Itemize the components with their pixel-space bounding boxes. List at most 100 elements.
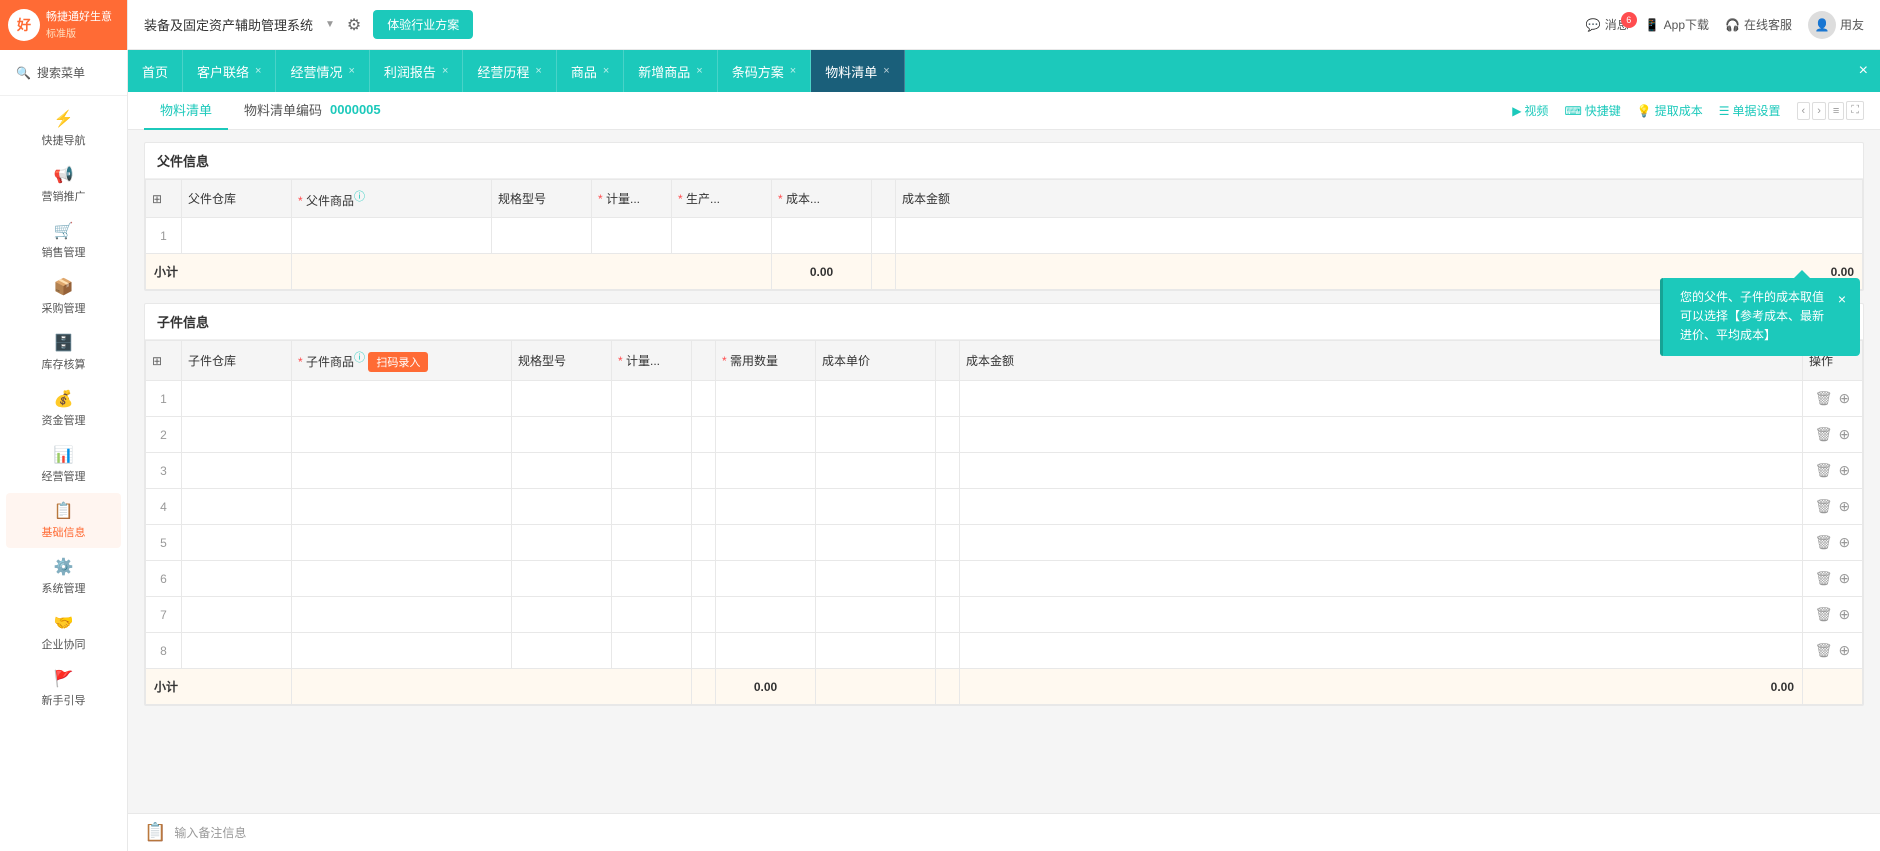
tab-bom[interactable]: 物料清单 × [811, 50, 904, 92]
child-row-8-copy-icon[interactable]: ⊕ [1839, 642, 1851, 659]
nav-next-button[interactable]: › [1812, 102, 1826, 120]
sidebar-item-quick-nav[interactable]: ⚡ 快捷导航 [6, 101, 121, 156]
child-row-7-delete-icon[interactable]: 🗑 [1815, 606, 1833, 623]
child-row-1-spec[interactable] [512, 381, 612, 417]
child-row-7-unit-cost[interactable] [816, 597, 936, 633]
sidebar-item-enterprise[interactable]: 🤝 企业协同 [6, 605, 121, 660]
parent-row-1-warehouse[interactable] [182, 218, 292, 254]
parent-row-1-unit[interactable] [592, 218, 672, 254]
tab-goods[interactable]: 商品 × [557, 50, 624, 92]
single-settings-button[interactable]: ☰ 单据设置 [1719, 102, 1781, 119]
tab-history[interactable]: 经营历程 × [463, 50, 556, 92]
child-row-4-unit[interactable] [612, 489, 692, 525]
tab-new-goods-close[interactable]: × [696, 65, 702, 77]
child-row-8-unit-cost[interactable] [816, 633, 936, 669]
child-row-1-qty[interactable] [716, 381, 816, 417]
child-row-4-warehouse[interactable] [182, 489, 292, 525]
child-row-6-copy-icon[interactable]: ⊕ [1839, 570, 1851, 587]
tab-goods-close[interactable]: × [603, 65, 609, 77]
extract-cost-button[interactable]: 💡 提取成本 [1637, 102, 1703, 119]
child-row-3-delete-icon[interactable]: 🗑 [1815, 462, 1833, 479]
system-dropdown-arrow[interactable]: ▼ [325, 19, 335, 30]
child-row-5-warehouse[interactable] [182, 525, 292, 561]
child-row-8-qty[interactable] [716, 633, 816, 669]
child-row-4-goods[interactable] [292, 489, 512, 525]
tab-customers-close[interactable]: × [255, 65, 261, 77]
parent-row-1-spec[interactable] [492, 218, 592, 254]
content-tab-code[interactable]: 物料清单编码 0000005 [228, 92, 397, 130]
parent-row-1-amount[interactable] [896, 218, 1863, 254]
child-row-2-amount[interactable] [960, 417, 1803, 453]
child-row-4-delete-icon[interactable]: 🗑 [1815, 498, 1833, 515]
child-row-5-unit[interactable] [612, 525, 692, 561]
child-row-3-unit[interactable] [612, 453, 692, 489]
child-row-6-warehouse[interactable] [182, 561, 292, 597]
child-row-6-goods[interactable] [292, 561, 512, 597]
child-row-2-unit-cost[interactable] [816, 417, 936, 453]
child-row-4-spec[interactable] [512, 489, 612, 525]
child-row-8-spec[interactable] [512, 633, 612, 669]
child-row-8-goods[interactable] [292, 633, 512, 669]
tab-barcode[interactable]: 条码方案 × [718, 50, 811, 92]
nav-expand-button[interactable]: ⛶ [1846, 101, 1864, 120]
child-row-1-copy-icon[interactable]: ⊕ [1839, 390, 1851, 407]
child-row-1-warehouse[interactable] [182, 381, 292, 417]
child-row-8-amount[interactable] [960, 633, 1803, 669]
child-row-5-qty[interactable] [716, 525, 816, 561]
child-row-6-unit-cost[interactable] [816, 561, 936, 597]
child-row-3-copy-icon[interactable]: ⊕ [1839, 462, 1851, 479]
child-row-4-copy-icon[interactable]: ⊕ [1839, 498, 1851, 515]
tab-operations-close[interactable]: × [348, 65, 354, 77]
child-row-4-unit-cost[interactable] [816, 489, 936, 525]
settings-grid-icon[interactable]: ⊞ [152, 192, 162, 206]
child-row-7-unit[interactable] [612, 597, 692, 633]
child-row-1-goods[interactable] [292, 381, 512, 417]
child-row-1-delete-icon[interactable]: 🗑 [1815, 390, 1833, 407]
content-tab-bom[interactable]: 物料清单 [144, 92, 228, 130]
sidebar-item-basic-info[interactable]: 📋 基础信息 [6, 493, 121, 548]
nav-close-all-button[interactable]: × [1847, 50, 1880, 92]
sidebar-item-system[interactable]: ⚙️ 系统管理 [6, 549, 121, 604]
child-row-7-warehouse[interactable] [182, 597, 292, 633]
parent-row-1-cost[interactable] [772, 218, 872, 254]
child-row-3-amount[interactable] [960, 453, 1803, 489]
child-row-6-delete-icon[interactable]: 🗑 [1815, 570, 1833, 587]
child-row-5-goods[interactable] [292, 525, 512, 561]
child-row-3-goods[interactable] [292, 453, 512, 489]
child-row-2-unit[interactable] [612, 417, 692, 453]
tab-customers[interactable]: 客户联络 × [183, 50, 276, 92]
tab-history-close[interactable]: × [535, 65, 541, 77]
tooltip-close-button[interactable]: × [1838, 288, 1846, 310]
th-child-settings[interactable]: ⊞ [146, 341, 182, 381]
child-row-1-unit-cost[interactable] [816, 381, 936, 417]
shortcut-button[interactable]: ⌨ 快捷键 [1564, 102, 1620, 119]
try-button[interactable]: 体验行业方案 [373, 10, 473, 39]
child-row-3-warehouse[interactable] [182, 453, 292, 489]
sidebar-item-inventory[interactable]: 🗄️ 库存核算 [6, 325, 121, 380]
child-row-7-goods[interactable] [292, 597, 512, 633]
sidebar-item-marketing[interactable]: 📢 营销推广 [6, 157, 121, 212]
tab-new-goods[interactable]: 新增商品 × [624, 50, 717, 92]
child-row-7-amount[interactable] [960, 597, 1803, 633]
child-row-5-amount[interactable] [960, 525, 1803, 561]
sidebar-item-finance[interactable]: 💰 资金管理 [6, 381, 121, 436]
child-row-6-spec[interactable] [512, 561, 612, 597]
child-row-1-unit[interactable] [612, 381, 692, 417]
message-button[interactable]: 💬 6 消息 [1586, 16, 1629, 33]
th-parent-settings[interactable]: ⊞ [146, 180, 182, 218]
child-row-5-spec[interactable] [512, 525, 612, 561]
child-row-6-amount[interactable] [960, 561, 1803, 597]
child-row-2-qty[interactable] [716, 417, 816, 453]
child-row-6-unit[interactable] [612, 561, 692, 597]
child-row-7-qty[interactable] [716, 597, 816, 633]
child-row-5-delete-icon[interactable]: 🗑 [1815, 534, 1833, 551]
child-row-2-goods[interactable] [292, 417, 512, 453]
tab-profit[interactable]: 利润报告 × [370, 50, 463, 92]
nav-menu-button[interactable]: ≡ [1828, 102, 1844, 120]
child-row-8-unit[interactable] [612, 633, 692, 669]
scan-input-button[interactable]: 扫码录入 [368, 352, 428, 372]
tab-home[interactable]: 首页 [128, 50, 183, 92]
child-row-5-copy-icon[interactable]: ⊕ [1839, 534, 1851, 551]
child-row-2-delete-icon[interactable]: 🗑 [1815, 426, 1833, 443]
sidebar-item-sales[interactable]: 🛒 销售管理 [6, 213, 121, 268]
